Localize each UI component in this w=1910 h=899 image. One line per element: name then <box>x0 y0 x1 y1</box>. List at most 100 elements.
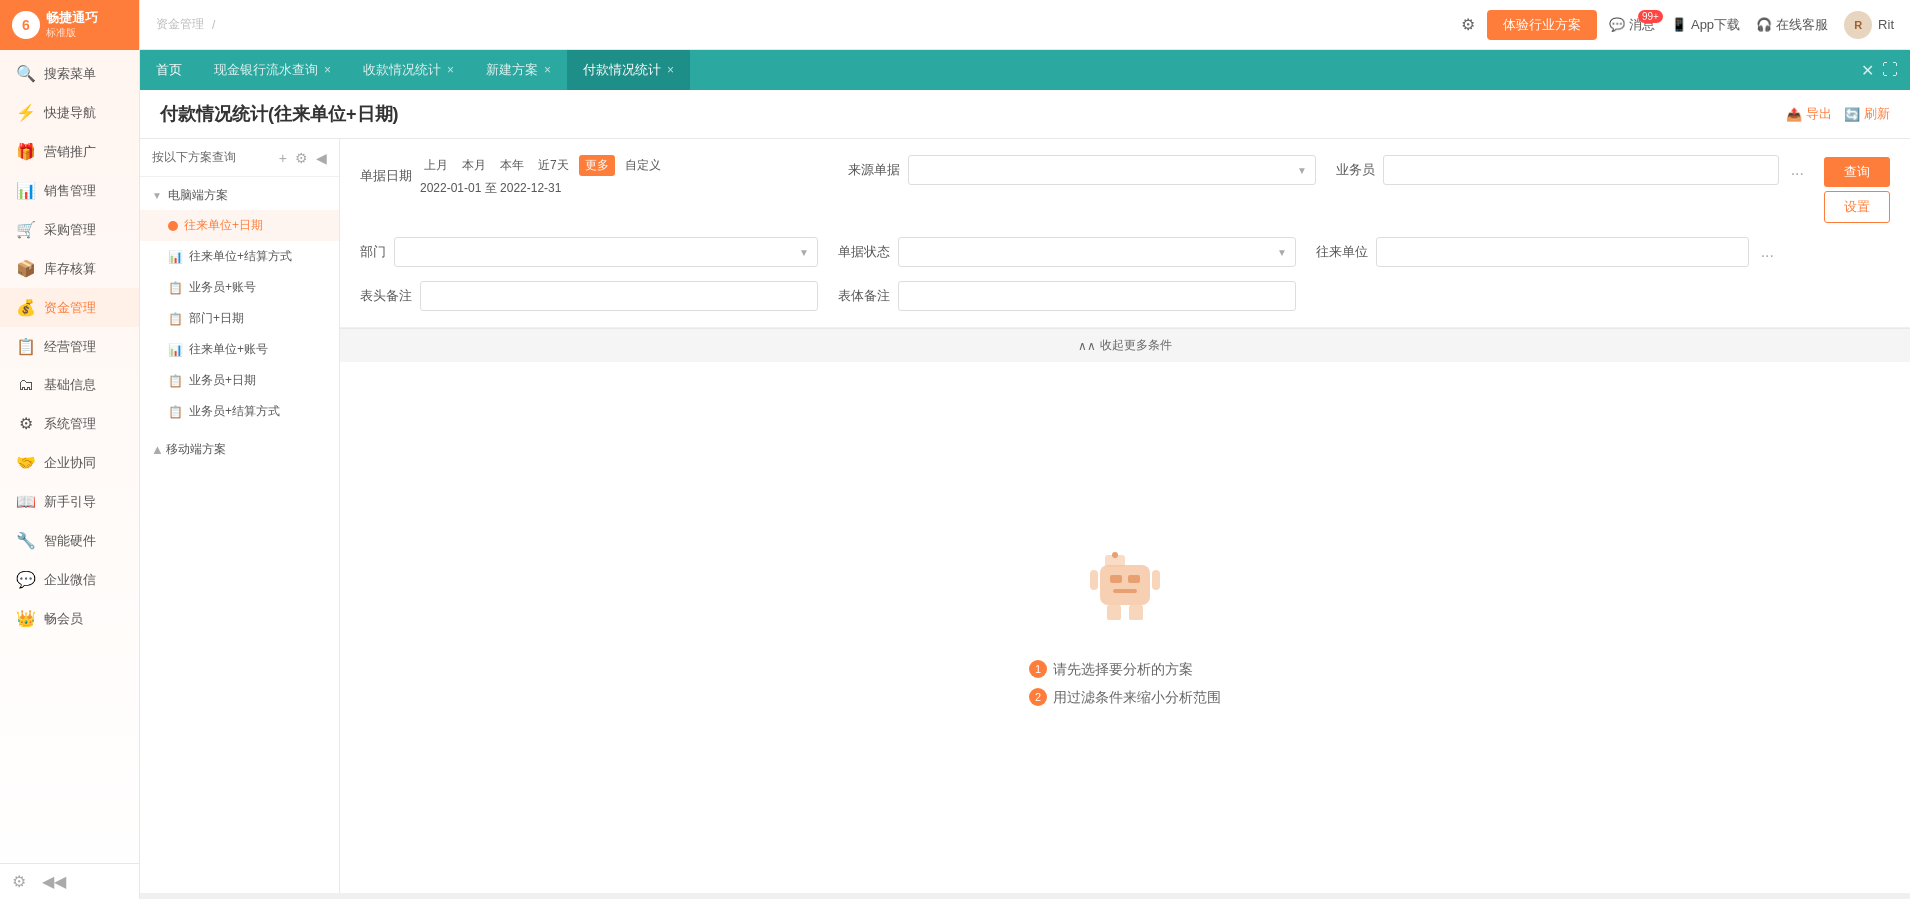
panel-add-btn[interactable]: + <box>279 150 287 166</box>
table-icon3: 📋 <box>168 374 183 388</box>
filter-row-1: 单据日期 上月 本月 本年 近7天 更多 自定义 20 <box>360 155 1890 223</box>
chevron-up-icon: ∧∧ <box>1078 339 1096 353</box>
sidebar-sales-label: 销售管理 <box>44 182 96 200</box>
scheme-item-unit-account[interactable]: 📊 往来单位+账号 <box>140 334 339 365</box>
body-note-label: 表体备注 <box>838 287 890 305</box>
unit-input[interactable] <box>1376 237 1749 267</box>
topbar-app-label: App下载 <box>1691 16 1740 34</box>
sidebar-item-inventory[interactable]: 📦 库存核算 <box>0 249 139 288</box>
export-btn[interactable]: 📤 导出 <box>1786 105 1832 123</box>
tab-cashflow-close[interactable]: × <box>324 63 331 77</box>
tab-newplan-close[interactable]: × <box>544 63 551 77</box>
topbar-service[interactable]: 🎧 在线客服 <box>1756 16 1828 34</box>
date-opt-this-month[interactable]: 本月 <box>458 155 490 176</box>
svg-rect-6 <box>1107 605 1121 620</box>
tab-payment-close[interactable]: × <box>667 63 674 77</box>
sidebar-item-guide[interactable]: 📖 新手引导 <box>0 482 139 521</box>
trial-btn[interactable]: 体验行业方案 <box>1487 10 1597 40</box>
head-note-input[interactable] <box>420 281 818 311</box>
sidebar-item-sales[interactable]: 📊 销售管理 <box>0 171 139 210</box>
inventory-icon: 📦 <box>16 259 36 278</box>
logo-sub: 标准版 <box>46 26 98 40</box>
scheme-item-dept-date[interactable]: 📋 部门+日期 <box>140 303 339 334</box>
topbar-user[interactable]: R Rit <box>1844 11 1894 39</box>
date-opt-this-year[interactable]: 本年 <box>496 155 528 176</box>
sidebar-collapse-btn[interactable]: ◀◀ <box>42 872 66 891</box>
tab-receipt[interactable]: 收款情况统计 × <box>347 50 470 90</box>
status-select[interactable]: ▼ <box>898 237 1296 267</box>
topbar-settings-icon[interactable]: ⚙ <box>1461 15 1475 34</box>
sidebar-item-hardware[interactable]: 🔧 智能硬件 <box>0 521 139 560</box>
sidebar-item-collab[interactable]: 🤝 企业协同 <box>0 443 139 482</box>
topbar-breadcrumb: 资金管理 <box>156 16 204 33</box>
sidebar-search-label: 搜索菜单 <box>44 65 96 83</box>
sidebar-item-member[interactable]: 👑 畅会员 <box>0 599 139 638</box>
body-note-input[interactable] <box>898 281 1296 311</box>
tabbar-actions: ✕ ⛶ <box>1861 61 1910 80</box>
sidebar-item-operation[interactable]: 📋 经营管理 <box>0 327 139 366</box>
tab-close-all-btn[interactable]: ✕ <box>1861 61 1874 80</box>
shortcut-icon: ⚡ <box>16 103 36 122</box>
scheme-group-desktop-label: 电脑端方案 <box>168 187 228 204</box>
left-panel: 按以下方案查询 + ⚙ ◀ ▼ 电脑端方案 往来单位+日期 <box>140 139 340 893</box>
sidebar-item-marketing[interactable]: 🎁 营销推广 <box>0 132 139 171</box>
export-label: 导出 <box>1806 105 1832 123</box>
scheme-group-mobile-header[interactable]: ▶ 移动端方案 <box>140 435 339 464</box>
tab-cashflow-label: 现金银行流水查询 <box>214 61 318 79</box>
topbar: 资金管理 / ⚙ 体验行业方案 💬 消息 99+ 📱 App下载 🎧 在线客服 … <box>140 0 1910 50</box>
sidebar-nav: 🔍 搜索菜单 ⚡ 快捷导航 🎁 营销推广 📊 销售管理 🛒 采购管理 📦 库存核… <box>0 50 139 863</box>
panel-collapse-btn[interactable]: ◀ <box>316 150 327 166</box>
sidebar-item-shortcut[interactable]: ⚡ 快捷导航 <box>0 93 139 132</box>
collapse-label: 收起更多条件 <box>1100 337 1172 354</box>
tab-home[interactable]: 首页 <box>140 50 198 90</box>
scheme-item-staff-payment[interactable]: 📋 业务员+结算方式 <box>140 396 339 427</box>
scheme-group-desktop-header[interactable]: ▼ 电脑端方案 <box>140 181 339 210</box>
sidebar-item-purchase[interactable]: 🛒 采购管理 <box>0 210 139 249</box>
sidebar-basic-label: 基础信息 <box>44 376 96 394</box>
hint-num-2: 2 <box>1029 688 1047 706</box>
tab-payment[interactable]: 付款情况统计 × <box>567 50 690 90</box>
operation-icon: 📋 <box>16 337 36 356</box>
tab-receipt-close[interactable]: × <box>447 63 454 77</box>
topbar-right: 💬 消息 99+ 📱 App下载 🎧 在线客服 R Rit <box>1609 11 1894 39</box>
sidebar-item-wechat[interactable]: 💬 企业微信 <box>0 560 139 599</box>
dept-select[interactable]: ▼ <box>394 237 818 267</box>
panel-settings-btn[interactable]: ⚙ <box>295 150 308 166</box>
source-select[interactable]: ▼ <box>908 155 1316 185</box>
date-opt-7days[interactable]: 近7天 <box>534 155 573 176</box>
date-options: 上月 本月 本年 近7天 更多 自定义 2022-01-01 至 2022-12… <box>420 155 665 197</box>
staff-dots[interactable]: ... <box>1791 161 1804 179</box>
sidebar-purchase-label: 采购管理 <box>44 221 96 239</box>
topbar-app[interactable]: 📱 App下载 <box>1671 16 1740 34</box>
scheme-item-unit-date[interactable]: 往来单位+日期 <box>140 210 339 241</box>
unit-dots[interactable]: ... <box>1761 243 1774 261</box>
search-icon: 🔍 <box>16 64 36 83</box>
collapse-bar[interactable]: ∧∧ 收起更多条件 <box>340 328 1910 362</box>
staff-input[interactable] <box>1383 155 1779 185</box>
message-icon: 💬 <box>1609 17 1625 32</box>
tab-cashflow[interactable]: 现金银行流水查询 × <box>198 50 347 90</box>
sidebar-item-system[interactable]: ⚙ 系统管理 <box>0 404 139 443</box>
date-opt-custom[interactable]: 自定义 <box>621 155 665 176</box>
scheme-item-staff-date[interactable]: 📋 业务员+日期 <box>140 365 339 396</box>
sidebar-shortcut-label: 快捷导航 <box>44 104 96 122</box>
date-range-display: 2022-01-01 至 2022-12-31 <box>420 180 665 197</box>
date-opt-more[interactable]: 更多 <box>579 155 615 176</box>
topbar-msg[interactable]: 💬 消息 99+ <box>1609 16 1655 34</box>
sidebar-item-basic[interactable]: 🗂 基础信息 <box>0 366 139 404</box>
scheme-item-staff-account[interactable]: 📋 业务员+账号 <box>140 272 339 303</box>
tab-newplan[interactable]: 新建方案 × <box>470 50 567 90</box>
tab-receipt-label: 收款情况统计 <box>363 61 441 79</box>
filter-settings-btn[interactable]: 设置 <box>1824 191 1890 223</box>
empty-illustration <box>1075 545 1175 635</box>
scheme-item-unit-payment[interactable]: 📊 往来单位+结算方式 <box>140 241 339 272</box>
refresh-btn[interactable]: 🔄 刷新 <box>1844 105 1890 123</box>
sidebar-settings-btn[interactable]: ⚙ <box>12 872 26 891</box>
sidebar-item-finance[interactable]: 💰 资金管理 <box>0 288 139 327</box>
date-opt-last-month[interactable]: 上月 <box>420 155 452 176</box>
tab-expand-btn[interactable]: ⛶ <box>1882 61 1898 79</box>
sidebar-item-search[interactable]: 🔍 搜索菜单 <box>0 54 139 93</box>
filter-body-note-item: 表体备注 <box>838 281 1296 311</box>
query-btn[interactable]: 查询 <box>1824 157 1890 187</box>
sidebar: 6 畅捷通巧 标准版 🔍 搜索菜单 ⚡ 快捷导航 🎁 营销推广 📊 销售管理 🛒… <box>0 0 140 899</box>
